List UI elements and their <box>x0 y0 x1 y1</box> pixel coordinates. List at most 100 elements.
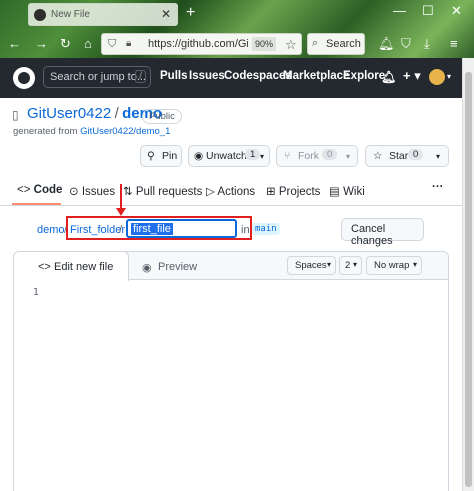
line-number: 1 <box>33 287 39 298</box>
browser-tab[interactable]: New File ✕ <box>28 3 178 26</box>
fork-button[interactable]: ⑂ Fork 0 ▾ <box>276 145 358 167</box>
generated-from-prefix: generated from <box>13 126 78 137</box>
cancel-changes-button[interactable]: Cancel changes <box>341 218 424 247</box>
github-search-input[interactable]: Search or jump to... / <box>43 66 151 88</box>
nav-marketplace[interactable]: Marketplace <box>283 70 349 82</box>
annotation-arrow-head <box>116 208 126 216</box>
back-icon[interactable]: ← <box>8 36 21 52</box>
close-icon[interactable]: ✕ <box>161 7 171 21</box>
chevron-down-icon: ▾ <box>327 260 332 269</box>
active-tab-underline <box>12 203 61 205</box>
wrap-mode-value: No wrap <box>374 260 410 271</box>
tab-actions[interactable]: ▷ Actions <box>206 184 255 198</box>
wrap-mode-select[interactable]: No wrap ▾ <box>366 256 422 275</box>
tab-pull-requests[interactable]: ⇅ Pull requests <box>123 184 202 198</box>
code-textarea[interactable] <box>50 282 448 482</box>
avatar[interactable] <box>429 69 445 85</box>
zoom-level[interactable]: 90% <box>252 37 277 51</box>
nav-issues[interactable]: Issues <box>189 70 225 82</box>
minimize-icon[interactable]: — <box>393 3 406 18</box>
star-button[interactable]: ☆ Star 0 ▾ <box>365 145 449 167</box>
tab-wiki-label: Wiki <box>343 186 365 198</box>
maximize-icon[interactable]: ☐ <box>422 3 434 19</box>
tab-code-label: Code <box>33 184 63 196</box>
home-icon[interactable]: ⌂ <box>84 36 92 52</box>
unwatch-button[interactable]: ◉ Unwatch 1 ▾ <box>188 145 270 167</box>
nav-explore[interactable]: Explore <box>343 70 385 82</box>
bell-icon[interactable]: 🔔︎ <box>378 36 395 52</box>
forward-icon[interactable]: → <box>35 36 48 52</box>
notifications-bell-icon[interactable]: 🔔︎ <box>381 70 396 84</box>
more-options-icon[interactable]: ··· <box>432 181 444 193</box>
menu-icon[interactable]: ≡ <box>450 36 458 52</box>
browser-chrome: New File ✕ + — ☐ ✕ ← → ↻ ⌂ ⛉ 🔒︎ https://… <box>0 0 474 58</box>
new-tab-icon[interactable]: + <box>186 4 195 22</box>
tab-code[interactable]: <> Code <box>17 184 62 196</box>
avatar-chevron-down-icon[interactable]: ▾ <box>447 72 451 81</box>
indent-size-select[interactable]: 2 ▾ <box>339 256 362 275</box>
github-header: Search or jump to... / Pulls Issues Code… <box>0 58 462 98</box>
repo-title-separator: / <box>114 105 119 122</box>
fork-label: Fork <box>298 150 319 162</box>
github-logo-icon[interactable] <box>13 67 35 89</box>
star-icon: ☆ <box>373 150 383 162</box>
chevron-down-icon: ▾ <box>413 260 418 269</box>
search-icon: ⌕ <box>312 37 319 49</box>
page-scrollbar[interactable] <box>462 58 474 491</box>
tab-preview[interactable]: Preview <box>158 261 197 273</box>
tab-issues[interactable]: ⊙ Issues <box>69 184 115 198</box>
download-icon[interactable]: ⤓ <box>424 36 430 52</box>
tab-edit-new-file[interactable]: <> Edit new file <box>13 251 129 281</box>
watch-count: 1 <box>245 149 261 160</box>
generated-from-note: generated from GitUser0422/demo_1 <box>13 126 170 137</box>
crumb-folder-link[interactable]: First_folder <box>70 224 125 236</box>
chevron-down-icon: ▾ <box>353 260 358 269</box>
tab-issues-label: Issues <box>81 186 116 198</box>
repo-icon: ▯ <box>12 108 19 122</box>
code-icon: <> <box>17 184 31 196</box>
eye-icon: ◉ <box>142 262 152 274</box>
repo-nav-divider <box>0 205 462 206</box>
indent-size-value: 2 <box>345 260 351 271</box>
browser-navbar: ← → ↻ ⌂ ⛉ 🔒︎ https://github.com/Git 90% … <box>0 30 474 58</box>
issue-icon: ⊙ <box>69 186 79 198</box>
scrollbar-thumb[interactable] <box>465 72 472 487</box>
shield-extension-icon[interactable]: ⛉ <box>401 36 411 52</box>
eye-icon: ◉ <box>194 150 204 162</box>
crumb-repo-link[interactable]: demo <box>37 224 65 236</box>
code-icon: <> <box>38 261 51 273</box>
table-icon: ⊞ <box>266 186 276 198</box>
pin-button[interactable]: ⚲ Pin <box>140 145 182 167</box>
indent-mode-value: Spaces <box>295 260 327 271</box>
fork-count: 0 <box>322 149 338 160</box>
template-repo-link[interactable]: GitUser0422/demo_1 <box>80 126 170 137</box>
fork-icon: ⑂ <box>284 150 291 162</box>
pin-label: Pin <box>162 150 178 162</box>
reload-icon[interactable]: ↻ <box>60 36 71 52</box>
tab-pulls-label: Pull requests <box>135 186 203 198</box>
book-icon: ▤ <box>329 186 340 198</box>
browser-search-box[interactable]: ⌕ Search <box>307 33 365 55</box>
chevron-down-icon: ▾ <box>346 152 351 161</box>
filename-value: first_file <box>131 223 173 235</box>
repo-owner-link[interactable]: GitUser0422 <box>27 105 111 122</box>
chevron-down-icon: ▾ <box>260 152 265 161</box>
play-icon: ▷ <box>206 186 215 198</box>
tab-projects[interactable]: ⊞ Projects <box>266 184 320 198</box>
lock-icon: 🔒︎ <box>126 38 132 49</box>
visibility-badge: Public <box>142 109 182 124</box>
filename-input[interactable]: first_file <box>126 219 237 238</box>
bookmark-star-icon[interactable]: ☆ <box>285 37 297 53</box>
indent-mode-select[interactable]: Spaces ▾ <box>287 256 336 275</box>
unwatch-label: Unwatch <box>206 150 247 162</box>
nav-codespaces[interactable]: Codespaces <box>224 70 292 82</box>
nav-pulls[interactable]: Pulls <box>160 70 187 82</box>
github-favicon-icon <box>34 9 46 21</box>
window-close-icon[interactable]: ✕ <box>451 3 462 19</box>
tab-edit-label: Edit new file <box>54 261 114 273</box>
url-bar[interactable]: ⛉ 🔒︎ https://github.com/Git 90% ☆ <box>101 33 302 55</box>
pin-icon: ⚲ <box>147 150 155 162</box>
tab-wiki[interactable]: ▤ Wiki <box>329 184 365 198</box>
create-new-plus-icon[interactable]: + ▾ <box>403 68 421 84</box>
star-count: 0 <box>408 149 424 160</box>
